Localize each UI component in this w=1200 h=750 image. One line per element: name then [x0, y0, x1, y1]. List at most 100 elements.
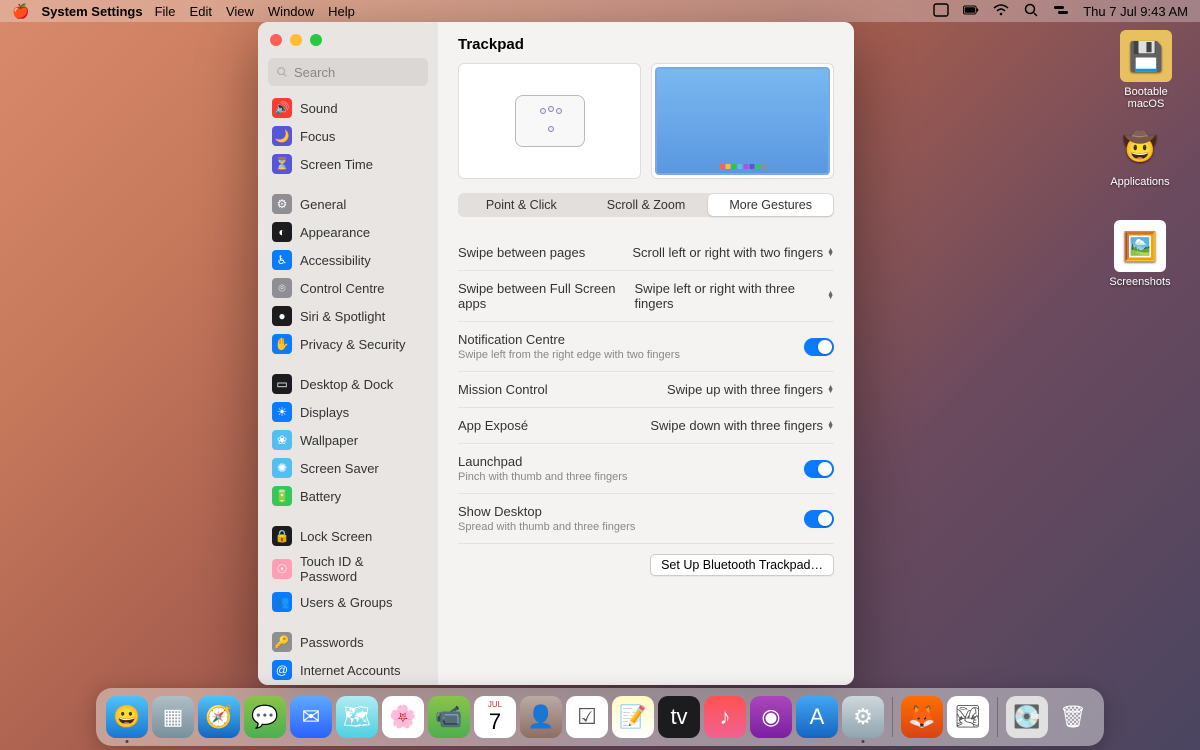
sidebar-item-label: Desktop & Dock [300, 377, 393, 392]
show-desktop-switch[interactable] [804, 510, 834, 528]
datetime[interactable]: Thu 7 Jul 9:43 AM [1083, 4, 1188, 19]
dock-calendar[interactable]: JUL7 [474, 696, 516, 738]
mission-control-popup[interactable]: Swipe up with three fingers ▲▼ [667, 382, 834, 397]
chevron-updown-icon: ▲▼ [827, 292, 834, 300]
sidebar-item-accessibility[interactable]: ♿︎Accessibility [266, 246, 430, 274]
screen-preview [651, 63, 834, 179]
dock-preview[interactable]: 🏞 [947, 696, 989, 738]
chevron-updown-icon: ▲▼ [827, 249, 834, 257]
sidebar-item-label: Focus [300, 129, 335, 144]
sidebar-list: 🔊 Sound 🌙Focus⏳Screen Time ⚙︎ General ◐Appear… [258, 94, 438, 685]
sidebar-item-displays[interactable]: ☀︎Displays [266, 398, 430, 426]
dock-facetime[interactable]: 📹 [428, 696, 470, 738]
dock-settings[interactable]: ⚙︎ [842, 696, 884, 738]
show-desktop-sub: Spread with thumb and three fingers [458, 521, 635, 533]
sidebar-item-sound[interactable]: 🔊 Sound [266, 94, 430, 122]
desktop-icon-bootable-macos[interactable]: 💾Bootable macOS [1106, 30, 1186, 110]
dock-trash[interactable]: 🗑 [1052, 696, 1094, 738]
sidebar-item-appearance[interactable]: ◐Appearance [266, 218, 430, 246]
tab-scroll-zoom[interactable]: Scroll & Zoom [584, 194, 709, 216]
sidebar-item-internet-accounts[interactable]: @Internet Accounts [266, 656, 430, 684]
sidebar-item-screen-time[interactable]: ⏳Screen Time [266, 150, 430, 178]
sidebar-icon: ✋ [272, 334, 292, 354]
notification-centre-label: Notification Centre [458, 332, 658, 347]
dock-music[interactable]: ♪ [704, 696, 746, 738]
sidebar-item-game-center[interactable]: 🎮Game Center [266, 684, 430, 685]
sidebar-item-general[interactable]: ⚙︎ General [266, 190, 430, 218]
control-centre-icon[interactable] [1053, 3, 1069, 20]
sidebar-item-battery[interactable]: 🔋Battery [266, 482, 430, 510]
setup-bluetooth-button[interactable]: Set Up Bluetooth Trackpad… [650, 554, 834, 576]
sidebar-icon: ⚙︎ [272, 194, 292, 214]
maximize-button[interactable] [310, 34, 322, 46]
menu-window[interactable]: Window [268, 4, 314, 19]
desktop-icon-applications[interactable]: 🤠Applications [1100, 120, 1180, 188]
dock-finder[interactable]: 😀 [106, 696, 148, 738]
dock-safari[interactable]: 🧭 [198, 696, 240, 738]
dock-firefox[interactable]: 🦊 [901, 696, 943, 738]
sidebar-item-touch-id-password[interactable]: ☉Touch ID & Password [266, 550, 430, 588]
sidebar-item-label: Privacy & Security [300, 337, 405, 352]
dock-contacts[interactable]: 👤 [520, 696, 562, 738]
app-menu[interactable]: System Settings [41, 4, 142, 19]
dock-disk[interactable]: 💽 [1006, 696, 1048, 738]
sidebar-item-label: Sound [300, 101, 338, 116]
menu-edit[interactable]: Edit [190, 4, 212, 19]
tab-more-gestures[interactable]: More Gestures [708, 194, 833, 216]
tab-point-click[interactable]: Point & Click [459, 194, 584, 216]
sidebar-item-lock-screen[interactable]: 🔒Lock Screen [266, 522, 430, 550]
dock: 😀▦🧭💬✉︎🗺🌸📹JUL7👤☑︎📝tv♪◉A⚙︎ 🦊🏞 💽🗑 [96, 688, 1104, 746]
sidebar-icon: 👥 [272, 592, 292, 612]
trackpad-preview [458, 63, 641, 179]
notification-centre-switch[interactable] [804, 338, 834, 356]
desktop-icon-screenshots[interactable]: 🖼️Screenshots [1100, 220, 1180, 288]
dock-appstore[interactable]: A [796, 696, 838, 738]
chevron-updown-icon: ▲▼ [827, 386, 834, 394]
dock-messages[interactable]: 💬 [244, 696, 286, 738]
sidebar-icon: 🔊 [272, 98, 292, 118]
sidebar-item-screen-saver[interactable]: ✺Screen Saver [266, 454, 430, 482]
sidebar-icon: 🔒 [272, 526, 292, 546]
app-expose-popup[interactable]: Swipe down with three fingers ▲▼ [650, 418, 834, 433]
dock-reminders[interactable]: ☑︎ [566, 696, 608, 738]
wifi-icon[interactable] [993, 3, 1009, 20]
show-desktop-label: Show Desktop [458, 504, 635, 519]
launchpad-switch[interactable] [804, 460, 834, 478]
sidebar-icon: ⏳ [272, 154, 292, 174]
dock-photos[interactable]: 🌸 [382, 696, 424, 738]
minimize-button[interactable] [290, 34, 302, 46]
sidebar-item-passwords[interactable]: 🔑Passwords [266, 628, 430, 656]
battery-icon[interactable] [963, 3, 979, 20]
swipe-pages-popup[interactable]: Scroll left or right with two fingers ▲▼ [632, 245, 834, 260]
dock-tv[interactable]: tv [658, 696, 700, 738]
menubar: 🍎 System Settings File Edit View Window Help… [0, 0, 1200, 22]
sidebar-item-privacy-security[interactable]: ✋ Privacy & Security [266, 330, 430, 358]
dock-podcasts[interactable]: ◉ [750, 696, 792, 738]
spotlight-icon[interactable] [1023, 3, 1039, 20]
close-button[interactable] [270, 34, 282, 46]
sidebar-item-label: Appearance [300, 225, 370, 240]
dock-mail[interactable]: ✉︎ [290, 696, 332, 738]
swipe-pages-label: Swipe between pages [458, 245, 585, 260]
sidebar-icon: ⌾ [272, 278, 292, 298]
menu-file[interactable]: File [155, 4, 176, 19]
swipe-apps-popup[interactable]: Swipe left or right with three fingers ▲… [635, 281, 834, 311]
sidebar-item-siri-spotlight[interactable]: ●Siri & Spotlight [266, 302, 430, 330]
sidebar-item-control-centre[interactable]: ⌾Control Centre [266, 274, 430, 302]
sidebar-item-label: General [300, 197, 346, 212]
dock-maps[interactable]: 🗺 [336, 696, 378, 738]
apple-menu-icon[interactable]: 🍎 [12, 3, 29, 20]
sidebar-item-wallpaper[interactable]: ❀Wallpaper [266, 426, 430, 454]
sidebar-item-users-groups[interactable]: 👥Users & Groups [266, 588, 430, 616]
sidebar-item-desktop-dock[interactable]: ▭Desktop & Dock [266, 370, 430, 398]
sidebar-item-label: Accessibility [300, 253, 371, 268]
dock-notes[interactable]: 📝 [612, 696, 654, 738]
menu-help[interactable]: Help [328, 4, 355, 19]
search-input[interactable]: Search [268, 58, 428, 86]
dock-launchpad[interactable]: ▦ [152, 696, 194, 738]
window-controls [258, 22, 438, 54]
menu-view[interactable]: View [226, 4, 254, 19]
sidebar-item-label: Siri & Spotlight [300, 309, 385, 324]
sidebar-item-focus[interactable]: 🌙Focus [266, 122, 430, 150]
quick-note-icon[interactable] [933, 3, 949, 20]
